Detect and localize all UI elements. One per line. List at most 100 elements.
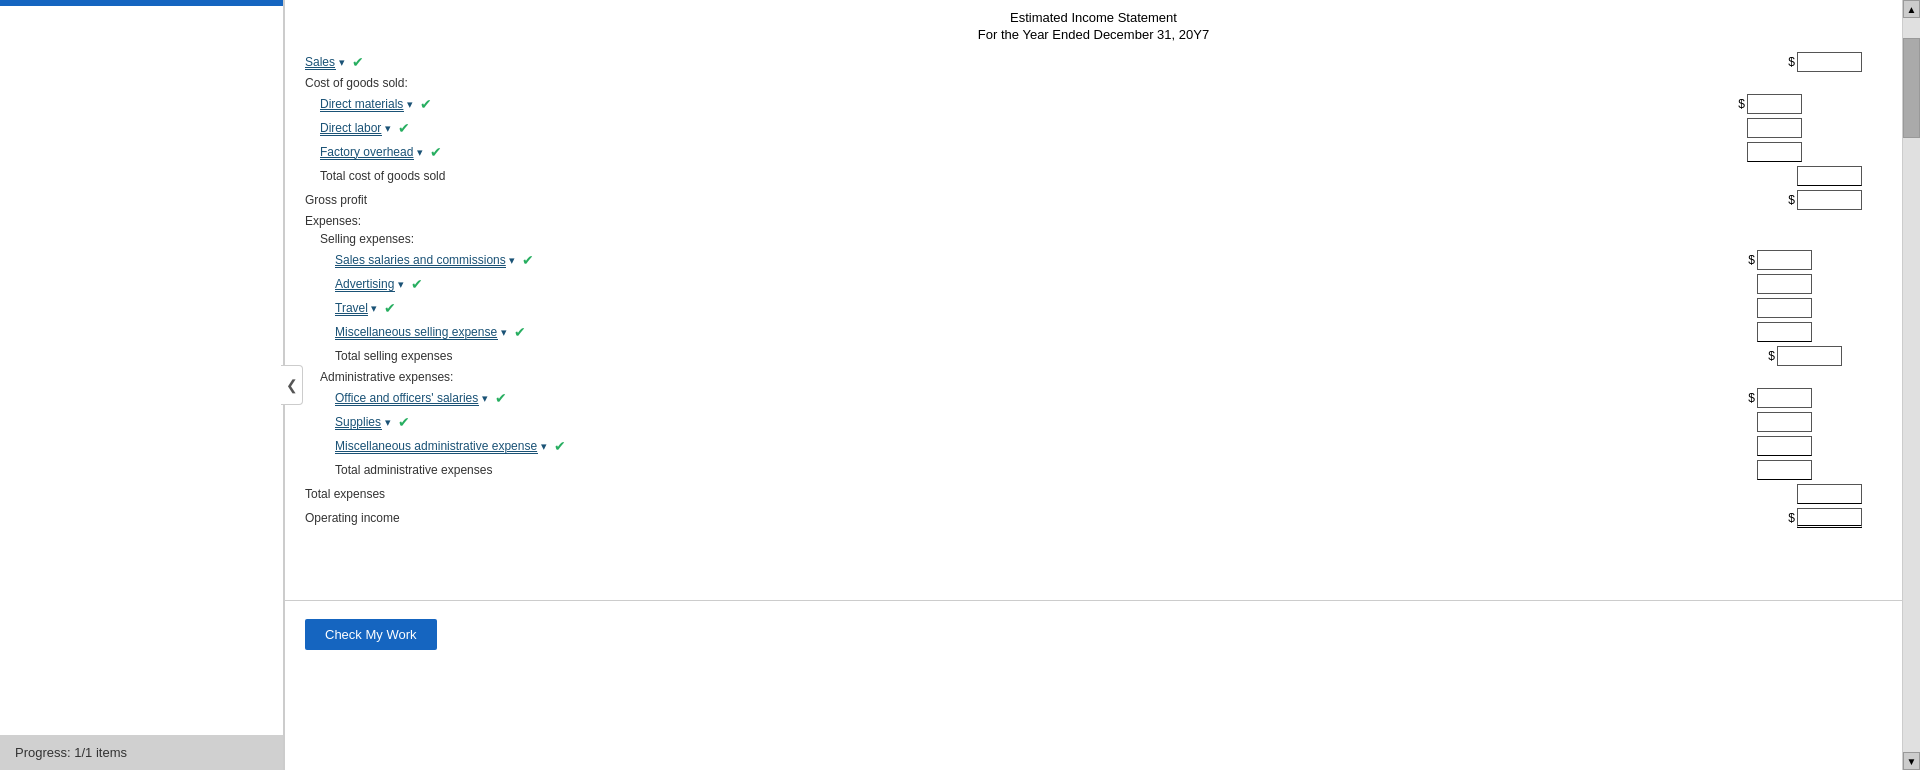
statement-wrapper: Estimated Income Statement For the Year … (285, 0, 1902, 600)
ss-dollar-sign: $ (1748, 253, 1755, 267)
sales-dropdown[interactable]: Sales (305, 55, 336, 70)
total-cogs-input[interactable] (1797, 166, 1862, 186)
sales-dropdown-arrow[interactable]: ▾ (339, 56, 345, 69)
gross-profit-input[interactable] (1797, 190, 1862, 210)
supplies-input[interactable] (1757, 412, 1812, 432)
supplies-dropdown-arrow[interactable]: ▾ (385, 416, 391, 429)
office-salaries-input[interactable] (1757, 388, 1812, 408)
direct-labor-label-container: Direct labor ▾ ✔ (320, 120, 650, 136)
expenses-header-row: Expenses: (305, 214, 1882, 228)
cogs-label: Cost of goods sold: (305, 76, 408, 90)
sales-salaries-row: Sales salaries and commissions ▾ ✔ $ (305, 250, 1882, 270)
direct-materials-input[interactable] (1747, 94, 1802, 114)
operating-income-input[interactable] (1797, 508, 1862, 528)
travel-dropdown-arrow[interactable]: ▾ (371, 302, 377, 315)
scrollbar-down-arrow[interactable]: ▼ (1903, 752, 1920, 770)
travel-dropdown[interactable]: Travel (335, 301, 368, 316)
total-expenses-row: Total expenses (305, 484, 1882, 504)
advertising-input[interactable] (1757, 274, 1812, 294)
direct-materials-dropdown-arrow[interactable]: ▾ (407, 98, 413, 111)
ts-dollar-sign: $ (1768, 349, 1775, 363)
total-selling-row: Total selling expenses $ (305, 346, 1882, 366)
total-admin-input[interactable] (1757, 460, 1812, 480)
misc-selling-dropdown-arrow[interactable]: ▾ (501, 326, 507, 339)
factory-overhead-dropdown[interactable]: Factory overhead (320, 145, 414, 160)
misc-admin-input[interactable] (1757, 436, 1812, 456)
office-salaries-label-container: Office and officers' salaries ▾ ✔ (335, 390, 665, 406)
sales-salaries-dropdown-arrow[interactable]: ▾ (509, 254, 515, 267)
total-cogs-label: Total cost of goods sold (320, 169, 445, 183)
direct-labor-dropdown-arrow[interactable]: ▾ (385, 122, 391, 135)
misc-selling-input[interactable] (1757, 322, 1812, 342)
sales-check-icon: ✔ (352, 54, 364, 70)
direct-materials-label-container: Direct materials ▾ ✔ (320, 96, 650, 112)
direct-labor-check-icon: ✔ (398, 120, 410, 136)
misc-admin-label-container: Miscellaneous administrative expense ▾ ✔ (335, 438, 665, 454)
supplies-check-icon: ✔ (398, 414, 410, 430)
advertising-check-icon: ✔ (411, 276, 423, 292)
direct-materials-row: Direct materials ▾ ✔ $ (305, 94, 1882, 114)
supplies-row: Supplies ▾ ✔ (305, 412, 1882, 432)
progress-label: Progress: 1/1 items (15, 745, 127, 760)
statement-title: Estimated Income Statement (305, 10, 1882, 25)
direct-labor-dropdown[interactable]: Direct labor (320, 121, 382, 136)
travel-input[interactable] (1757, 298, 1812, 318)
check-my-work-button[interactable]: Check My Work (305, 619, 437, 650)
total-expenses-input[interactable] (1797, 484, 1862, 504)
total-selling-label: Total selling expenses (335, 349, 452, 363)
sidebar-toggle-button[interactable]: ❮ (281, 365, 303, 405)
os-dollar-sign: $ (1748, 391, 1755, 405)
direct-materials-dropdown[interactable]: Direct materials (320, 97, 404, 112)
selling-expenses-label: Selling expenses: (320, 232, 414, 246)
operating-income-label: Operating income (305, 511, 400, 525)
total-selling-input[interactable] (1777, 346, 1842, 366)
sidebar: Progress: 1/1 items ❮ (0, 0, 285, 770)
misc-selling-label-container: Miscellaneous selling expense ▾ ✔ (335, 324, 665, 340)
sales-salaries-check-icon: ✔ (522, 252, 534, 268)
total-admin-row: Total administrative expenses (305, 460, 1882, 480)
office-salaries-dropdown-arrow[interactable]: ▾ (482, 392, 488, 405)
advertising-dropdown-arrow[interactable]: ▾ (398, 278, 404, 291)
office-salaries-dropdown[interactable]: Office and officers' salaries (335, 391, 479, 406)
admin-expenses-header-row: Administrative expenses: (305, 370, 1882, 384)
statement-subtitle: For the Year Ended December 31, 20Y7 (305, 27, 1882, 42)
main-content: Estimated Income Statement For the Year … (285, 0, 1902, 770)
advertising-dropdown[interactable]: Advertising (335, 277, 395, 292)
misc-admin-check-icon: ✔ (554, 438, 566, 454)
cogs-header-row: Cost of goods sold: (305, 76, 1882, 90)
total-expenses-label: Total expenses (305, 487, 385, 501)
supplies-dropdown[interactable]: Supplies (335, 415, 382, 430)
travel-check-icon: ✔ (384, 300, 396, 316)
selling-expenses-header-row: Selling expenses: (305, 232, 1882, 246)
office-salaries-row: Office and officers' salaries ▾ ✔ $ (305, 388, 1882, 408)
sales-salaries-label-container: Sales salaries and commissions ▾ ✔ (335, 252, 665, 268)
travel-row: Travel ▾ ✔ (305, 298, 1882, 318)
sales-dollar-sign: $ (1788, 55, 1795, 69)
misc-admin-dropdown-arrow[interactable]: ▾ (541, 440, 547, 453)
gross-profit-row: Gross profit $ (305, 190, 1882, 210)
misc-admin-dropdown[interactable]: Miscellaneous administrative expense (335, 439, 538, 454)
factory-overhead-dropdown-arrow[interactable]: ▾ (417, 146, 423, 159)
advertising-row: Advertising ▾ ✔ (305, 274, 1882, 294)
oi-dollar-sign: $ (1788, 511, 1795, 525)
sales-salaries-dropdown[interactable]: Sales salaries and commissions (335, 253, 506, 268)
toggle-arrow-icon: ❮ (286, 377, 298, 393)
direct-labor-input[interactable] (1747, 118, 1802, 138)
sales-input[interactable] (1797, 52, 1862, 72)
scrollbar-thumb[interactable] (1903, 38, 1920, 138)
sidebar-content (0, 6, 283, 735)
total-admin-label: Total administrative expenses (335, 463, 492, 477)
scrollbar-track (1903, 138, 1920, 752)
office-salaries-check-icon: ✔ (495, 390, 507, 406)
admin-expenses-label: Administrative expenses: (320, 370, 453, 384)
sales-salaries-input[interactable] (1757, 250, 1812, 270)
supplies-label-container: Supplies ▾ ✔ (335, 414, 665, 430)
factory-overhead-input[interactable] (1747, 142, 1802, 162)
dm-dollar-sign: $ (1738, 97, 1745, 111)
misc-selling-dropdown[interactable]: Miscellaneous selling expense (335, 325, 498, 340)
gross-profit-label: Gross profit (305, 193, 367, 207)
misc-selling-check-icon: ✔ (514, 324, 526, 340)
factory-overhead-label-container: Factory overhead ▾ ✔ (320, 144, 650, 160)
scrollbar-up-arrow[interactable]: ▲ (1903, 0, 1920, 18)
sales-label-container: Sales ▾ ✔ (305, 54, 635, 70)
